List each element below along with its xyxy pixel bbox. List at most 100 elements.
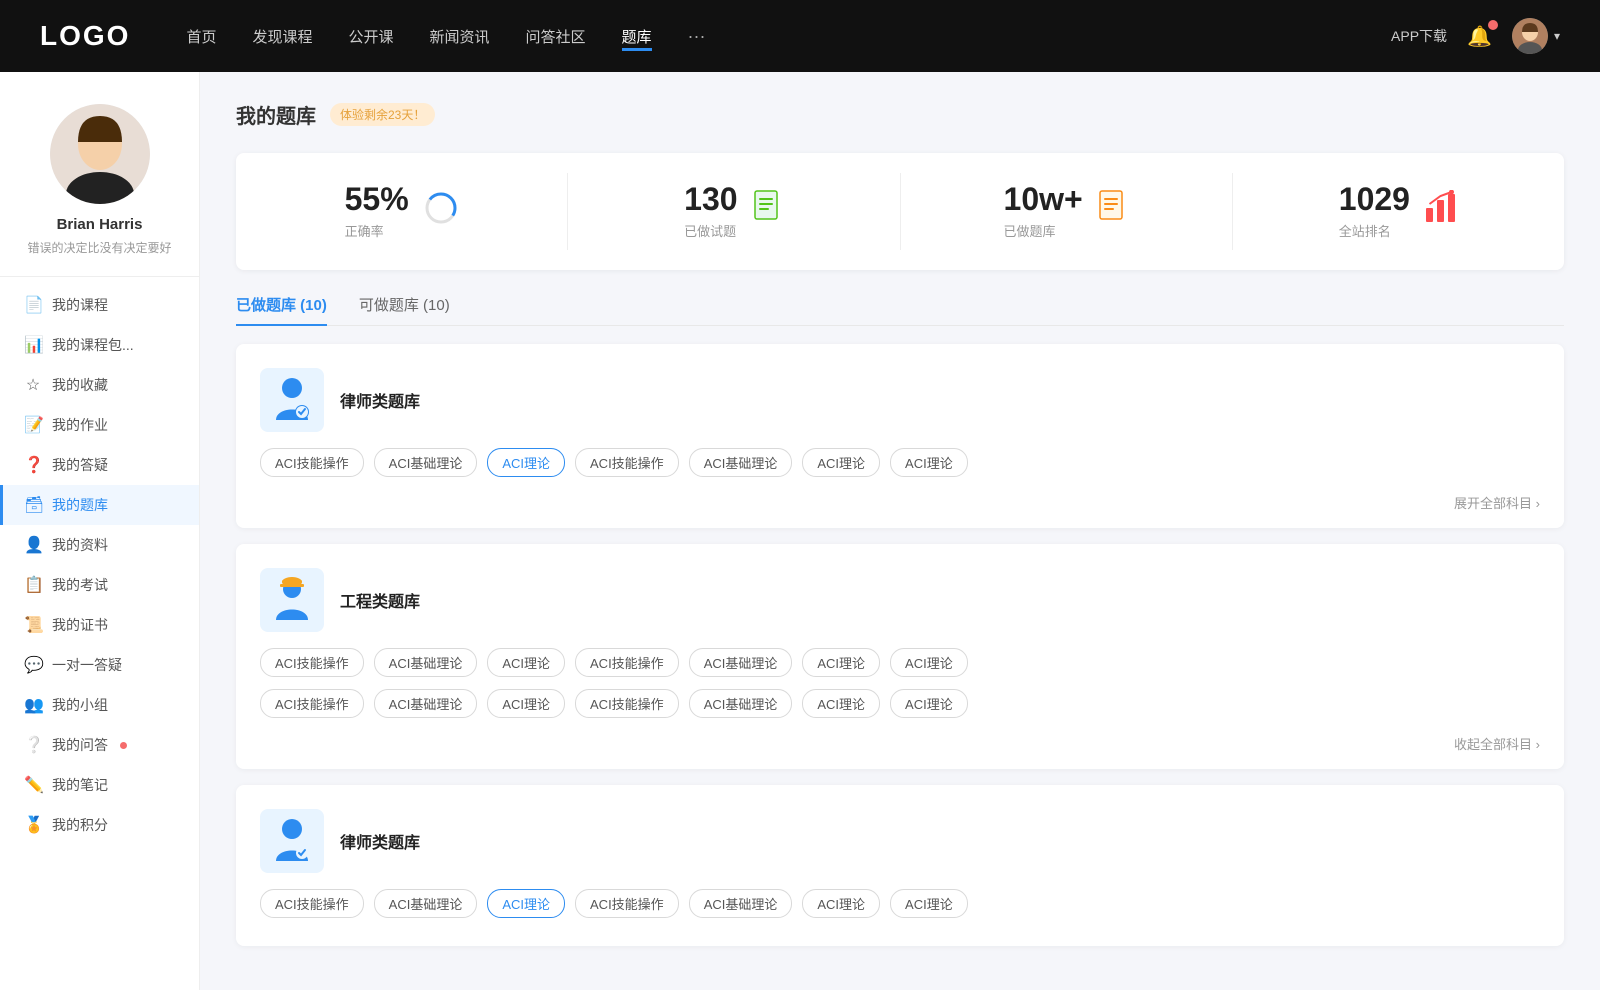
content-area: 我的题库 体验剩余23天！ 55% 正确率 130 — [200, 72, 1600, 990]
tag-item[interactable]: ACI技能操作 — [575, 689, 679, 718]
nav-more[interactable]: ··· — [688, 26, 706, 47]
tag-item[interactable]: ACI理论 — [802, 889, 880, 918]
tag-item[interactable]: ACI理论 — [890, 889, 968, 918]
tag-item[interactable]: ACI理论 — [890, 689, 968, 718]
tab-done-banks[interactable]: 已做题库 (10) — [236, 294, 327, 325]
pie-chart-icon — [423, 190, 459, 233]
tag-item[interactable]: ACI基础理论 — [374, 889, 478, 918]
category-icon-lawyer-2 — [260, 809, 324, 873]
points-icon: 🏅 — [24, 815, 42, 835]
notes-icon: ✏️ — [24, 775, 42, 795]
notification-bell[interactable]: 🔔 — [1467, 24, 1492, 49]
group-icon: 👥 — [24, 695, 42, 715]
sidebar-item-homework[interactable]: 📝 我的作业 — [0, 405, 199, 445]
logo: LOGO — [40, 20, 130, 52]
nav-discover[interactable]: 发现课程 — [252, 22, 312, 51]
tag-item[interactable]: ACI技能操作 — [575, 648, 679, 677]
one-on-one-icon: 💬 — [24, 655, 42, 675]
tag-item[interactable]: ACI基础理论 — [374, 648, 478, 677]
category-name-lawyer-1: 律师类题库 — [340, 388, 420, 412]
unread-dot — [120, 742, 127, 749]
tag-item[interactable]: ACI理论 — [487, 648, 565, 677]
profile-motto: 错误的决定比没有决定要好 — [27, 239, 171, 256]
stat-done-questions-value: 130 — [684, 183, 737, 215]
sidebar-item-my-data[interactable]: 👤 我的资料 — [0, 525, 199, 565]
course-icon: 📄 — [24, 295, 42, 315]
trial-badge: 体验剩余23天！ — [330, 103, 435, 126]
tag-item[interactable]: ACI理论 — [802, 448, 880, 477]
tag-item-active[interactable]: ACI理论 — [487, 448, 565, 477]
tag-item[interactable]: ACI技能操作 — [260, 889, 364, 918]
tag-item[interactable]: ACI基础理论 — [689, 448, 793, 477]
main-layout: Brian Harris 错误的决定比没有决定要好 📄 我的课程 📊 我的课程包… — [0, 72, 1600, 990]
sidebar-item-my-group[interactable]: 👥 我的小组 — [0, 685, 199, 725]
tag-item[interactable]: ACI技能操作 — [575, 448, 679, 477]
page-header: 我的题库 体验剩余23天！ — [236, 100, 1564, 129]
category-card-engineer: 工程类题库 ACI技能操作 ACI基础理论 ACI理论 ACI技能操作 ACI基… — [236, 544, 1564, 769]
expand-all-btn[interactable]: 展开全部科目 › — [260, 489, 1540, 512]
stat-done-questions: 130 已做试题 — [568, 173, 900, 250]
tag-item[interactable]: ACI理论 — [890, 448, 968, 477]
tag-item[interactable]: ACI基础理论 — [374, 689, 478, 718]
tab-available-banks[interactable]: 可做题库 (10) — [359, 294, 450, 325]
tag-item[interactable]: ACI基础理论 — [689, 689, 793, 718]
stat-accuracy-value: 55% — [345, 183, 409, 215]
tag-item[interactable]: ACI技能操作 — [260, 448, 364, 477]
tag-item[interactable]: ACI基础理论 — [689, 889, 793, 918]
tags-lawyer-2: ACI技能操作 ACI基础理论 ACI理论 ACI技能操作 ACI基础理论 AC… — [260, 889, 1540, 918]
sidebar-item-exam[interactable]: 📋 我的考试 — [0, 565, 199, 605]
exam-icon: 📋 — [24, 575, 42, 595]
tag-item[interactable]: ACI理论 — [802, 648, 880, 677]
question-icon: ❔ — [24, 735, 42, 755]
category-icon-engineer — [260, 568, 324, 632]
sidebar-item-my-qa[interactable]: ❓ 我的答疑 — [0, 445, 199, 485]
category-name-engineer: 工程类题库 — [340, 588, 420, 612]
stat-rank: 1029 全站排名 — [1233, 173, 1564, 250]
tag-item-active[interactable]: ACI理论 — [487, 889, 565, 918]
nav-qa[interactable]: 问答社区 — [526, 22, 586, 51]
stat-done-banks-label: 已做题库 — [1004, 221, 1083, 240]
sidebar-item-certificate[interactable]: 📜 我的证书 — [0, 605, 199, 645]
sidebar: Brian Harris 错误的决定比没有决定要好 📄 我的课程 📊 我的课程包… — [0, 72, 200, 990]
tag-item[interactable]: ACI基础理论 — [689, 648, 793, 677]
category-card-lawyer: 律师类题库 ACI技能操作 ACI基础理论 ACI理论 ACI技能操作 ACI基… — [236, 344, 1564, 528]
topnav: LOGO 首页 发现课程 公开课 新闻资讯 问答社区 题库 ··· APP下载 … — [0, 0, 1600, 72]
nav-home[interactable]: 首页 — [186, 22, 216, 51]
nav-open-course[interactable]: 公开课 — [348, 22, 393, 51]
nav-question-bank[interactable]: 题库 — [622, 22, 652, 51]
category-icon-lawyer — [260, 368, 324, 432]
collapse-all-btn[interactable]: 收起全部科目 › — [260, 730, 1540, 753]
sidebar-item-favorites[interactable]: ☆ 我的收藏 — [0, 365, 199, 405]
qa-icon: ❓ — [24, 455, 42, 475]
nav-news[interactable]: 新闻资讯 — [430, 22, 490, 51]
tag-item[interactable]: ACI基础理论 — [374, 448, 478, 477]
tag-item[interactable]: ACI理论 — [487, 689, 565, 718]
sidebar-item-my-points[interactable]: 🏅 我的积分 — [0, 805, 199, 845]
sidebar-item-my-notes[interactable]: ✏️ 我的笔记 — [0, 765, 199, 805]
question-bank-icon: 🗃 — [24, 495, 42, 515]
tag-item[interactable]: ACI理论 — [802, 689, 880, 718]
notification-badge — [1488, 20, 1498, 30]
tags-lawyer-1: ACI技能操作 ACI基础理论 ACI理论 ACI技能操作 ACI基础理论 AC… — [260, 448, 1540, 477]
homework-icon: 📝 — [24, 415, 42, 435]
tag-item[interactable]: ACI技能操作 — [260, 648, 364, 677]
sidebar-item-my-course[interactable]: 📄 我的课程 — [0, 285, 199, 325]
avatar — [1512, 18, 1548, 54]
star-icon: ☆ — [24, 375, 42, 395]
stat-done-questions-label: 已做试题 — [684, 221, 737, 240]
sidebar-item-one-on-one[interactable]: 💬 一对一答疑 — [0, 645, 199, 685]
tag-item[interactable]: ACI技能操作 — [575, 889, 679, 918]
sidebar-item-course-package[interactable]: 📊 我的课程包... — [0, 325, 199, 365]
profile-name: Brian Harris — [57, 216, 143, 233]
chevron-down-icon: ▾ — [1554, 29, 1560, 43]
sidebar-item-my-question[interactable]: ❔ 我的问答 — [0, 725, 199, 765]
sidebar-item-question-bank[interactable]: 🗃 我的题库 — [0, 485, 199, 525]
user-avatar-menu[interactable]: ▾ — [1512, 18, 1560, 54]
tag-item[interactable]: ACI理论 — [890, 648, 968, 677]
tag-item[interactable]: ACI技能操作 — [260, 689, 364, 718]
app-download-btn[interactable]: APP下载 — [1391, 26, 1447, 46]
certificate-icon: 📜 — [24, 615, 42, 635]
stat-rank-label: 全站排名 — [1339, 221, 1410, 240]
stat-rank-value: 1029 — [1339, 183, 1410, 215]
tabs-row: 已做题库 (10) 可做题库 (10) — [236, 294, 1564, 326]
